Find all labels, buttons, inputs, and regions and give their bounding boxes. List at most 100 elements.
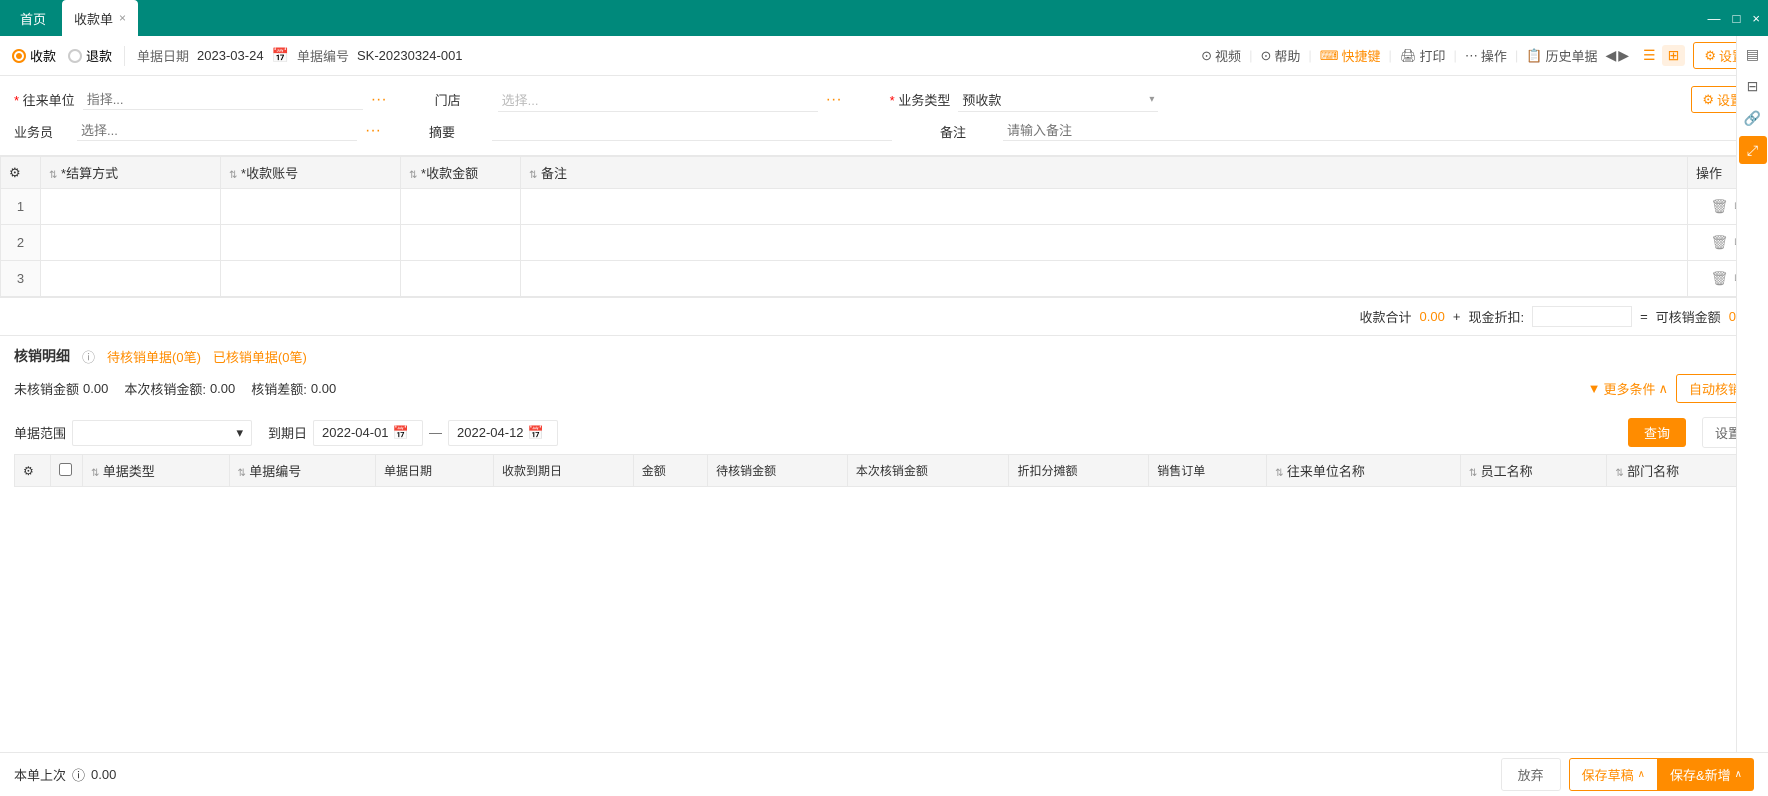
help-action[interactable]: ⊙ 帮助 — [1260, 46, 1300, 65]
pending-tab[interactable]: 待核销单据(0笔) — [107, 347, 201, 366]
abandon-button[interactable]: 放弃 — [1501, 758, 1561, 791]
writeoff-table: ⚙ ⇅ 单据类型 ⇅ 单据编号 单据日期 收款到期日 — [14, 454, 1754, 487]
sub-th-settings[interactable]: ⚙ — [15, 455, 51, 487]
row-num-1: 1 — [1, 189, 41, 225]
row-1-payment[interactable] — [41, 189, 221, 225]
due-date-end-value: 2022-04-12 — [457, 425, 524, 440]
due-date-start-picker[interactable]: 2022-04-01 📅 — [313, 420, 423, 446]
save-draft-chevron: ∧ — [1638, 769, 1645, 780]
select-all-checkbox[interactable] — [59, 463, 72, 476]
save-new-button[interactable]: 保存&新增 ∧ — [1658, 758, 1754, 791]
history-label: 历史单据 — [1545, 46, 1597, 65]
save-draft-button[interactable]: 保存草稿 ∧ — [1569, 758, 1658, 791]
panel-expand-icon[interactable]: ⤢ — [1739, 136, 1767, 164]
business-type-label: 业务类型 — [890, 90, 951, 109]
footer-value: 0.00 — [91, 767, 116, 782]
row-3-amount[interactable] — [401, 261, 521, 297]
sub-th-amount: 金额 — [633, 455, 707, 487]
history-action[interactable]: 📋 历史单据 — [1526, 46, 1597, 65]
business-type-select[interactable]: 预收款 ▾ — [958, 88, 1158, 112]
minimize-btn[interactable]: — — [1708, 11, 1721, 26]
sub-table-section: ⚙ ⇅ 单据类型 ⇅ 单据编号 单据日期 收款到期日 — [14, 454, 1754, 796]
video-icon: ⊙ — [1201, 48, 1212, 64]
table-row: 2 🗑 ⧉ — [1, 225, 1768, 261]
filter-icon: ▼ — [1588, 381, 1601, 396]
row-2-payment[interactable] — [41, 225, 221, 261]
nav-arrows: ◀ ▶ — [1605, 47, 1629, 64]
history-icon: 📋 — [1526, 48, 1542, 64]
discount-input[interactable] — [1532, 306, 1632, 327]
due-date-end-picker[interactable]: 2022-04-12 📅 — [448, 420, 558, 446]
panel-list-icon[interactable]: ⊟ — [1739, 72, 1767, 100]
save-btn-group: 保存草稿 ∧ 保存&新增 ∧ — [1569, 758, 1754, 791]
receipt-refund-group: 收款 退款 — [12, 46, 112, 65]
grid-view-btn[interactable]: ⊞ — [1662, 45, 1686, 66]
row-2-account[interactable] — [221, 225, 401, 261]
footer-info: 本单上次 ⓘ 0.00 — [14, 765, 116, 784]
number-value: SK-20230324-001 — [357, 48, 463, 63]
shop-select[interactable]: 选择... — [498, 88, 818, 112]
sub-th-bill-date: 单据日期 — [376, 455, 494, 487]
delete-icon-r2[interactable]: 🗑 — [1711, 234, 1729, 251]
sort-cust: ⇅ — [1275, 468, 1283, 479]
done-tab[interactable]: 已核销单据(0笔) — [213, 347, 307, 366]
sort-icon-note: ⇅ — [529, 170, 537, 181]
customer-more-btn[interactable]: ··· — [371, 91, 387, 109]
query-button[interactable]: 查询 — [1628, 418, 1686, 447]
row-1-amount[interactable] — [401, 189, 521, 225]
sub-th-customer: ⇅ 往来单位名称 — [1267, 455, 1461, 487]
summary-input[interactable] — [492, 121, 892, 141]
nav-prev[interactable]: ◀ — [1605, 47, 1616, 64]
writeoff-info-icon[interactable]: ⓘ — [82, 347, 95, 366]
save-new-chevron: ∧ — [1735, 769, 1742, 780]
range-select[interactable]: ▾ — [72, 420, 252, 446]
shop-more-btn[interactable]: ··· — [826, 91, 842, 109]
print-action[interactable]: 🖨 打印 — [1400, 46, 1446, 65]
row-2-amount[interactable] — [401, 225, 521, 261]
shortcut-action[interactable]: ⌨ 快捷键 — [1320, 46, 1381, 65]
customer-input[interactable] — [83, 90, 363, 110]
note-input[interactable] — [1003, 121, 1754, 141]
note-label: 备注 — [940, 122, 995, 141]
sub-th-checkbox[interactable] — [51, 455, 83, 487]
row-3-payment[interactable] — [41, 261, 221, 297]
delete-icon-r1[interactable]: 🗑 — [1711, 198, 1729, 215]
staff-more-btn[interactable]: ··· — [365, 122, 381, 140]
video-action[interactable]: ⊙ 视频 — [1201, 46, 1241, 65]
list-view-btn[interactable]: ☰ — [1637, 45, 1662, 66]
close-btn[interactable]: × — [1752, 11, 1760, 26]
radio-refund-dot — [68, 49, 82, 63]
panel-link-icon[interactable]: 🔗 — [1739, 104, 1767, 132]
tab-close-btn[interactable]: × — [119, 11, 126, 25]
divider-1 — [124, 46, 125, 66]
due-date-label: 到期日 — [268, 423, 307, 442]
range-label: 单据范围 — [14, 423, 66, 442]
footer-info-icon[interactable]: ⓘ — [72, 765, 85, 784]
sort-bt: ⇅ — [91, 468, 99, 479]
panel-table-icon[interactable]: ▤ — [1739, 40, 1767, 68]
row-1-note[interactable] — [521, 189, 1688, 225]
unchecked-value: 0.00 — [83, 381, 108, 396]
row-3-note[interactable] — [521, 261, 1688, 297]
calendar-icon[interactable]: 📅 — [272, 47, 289, 64]
row-2-note[interactable] — [521, 225, 1688, 261]
table-settings-icon: ⚙ — [9, 165, 21, 180]
radio-refund[interactable]: 退款 — [68, 46, 112, 65]
row-1-account[interactable] — [221, 189, 401, 225]
table-row: 3 🗑 ⧉ — [1, 261, 1768, 297]
radio-receipt[interactable]: 收款 — [12, 46, 56, 65]
nav-next[interactable]: ▶ — [1618, 47, 1629, 64]
tab-home[interactable]: 首页 — [8, 0, 58, 36]
maximize-btn[interactable]: □ — [1733, 11, 1741, 26]
range-filter: 单据范围 ▾ — [14, 420, 252, 446]
staff-input[interactable] — [77, 121, 357, 141]
operate-action[interactable]: ⋯ 操作 — [1465, 46, 1507, 65]
current-value: 0.00 — [210, 381, 235, 396]
th-settings[interactable]: ⚙ — [1, 157, 41, 189]
tab-active[interactable]: 收款单 × — [62, 0, 138, 36]
delete-icon-r3[interactable]: 🗑 — [1711, 270, 1729, 287]
row-3-account[interactable] — [221, 261, 401, 297]
more-conditions-btn[interactable]: ▼ 更多条件 ∧ — [1588, 379, 1668, 398]
window-controls: — □ × — [1708, 11, 1760, 26]
total-label: 收款合计 — [1360, 307, 1412, 326]
